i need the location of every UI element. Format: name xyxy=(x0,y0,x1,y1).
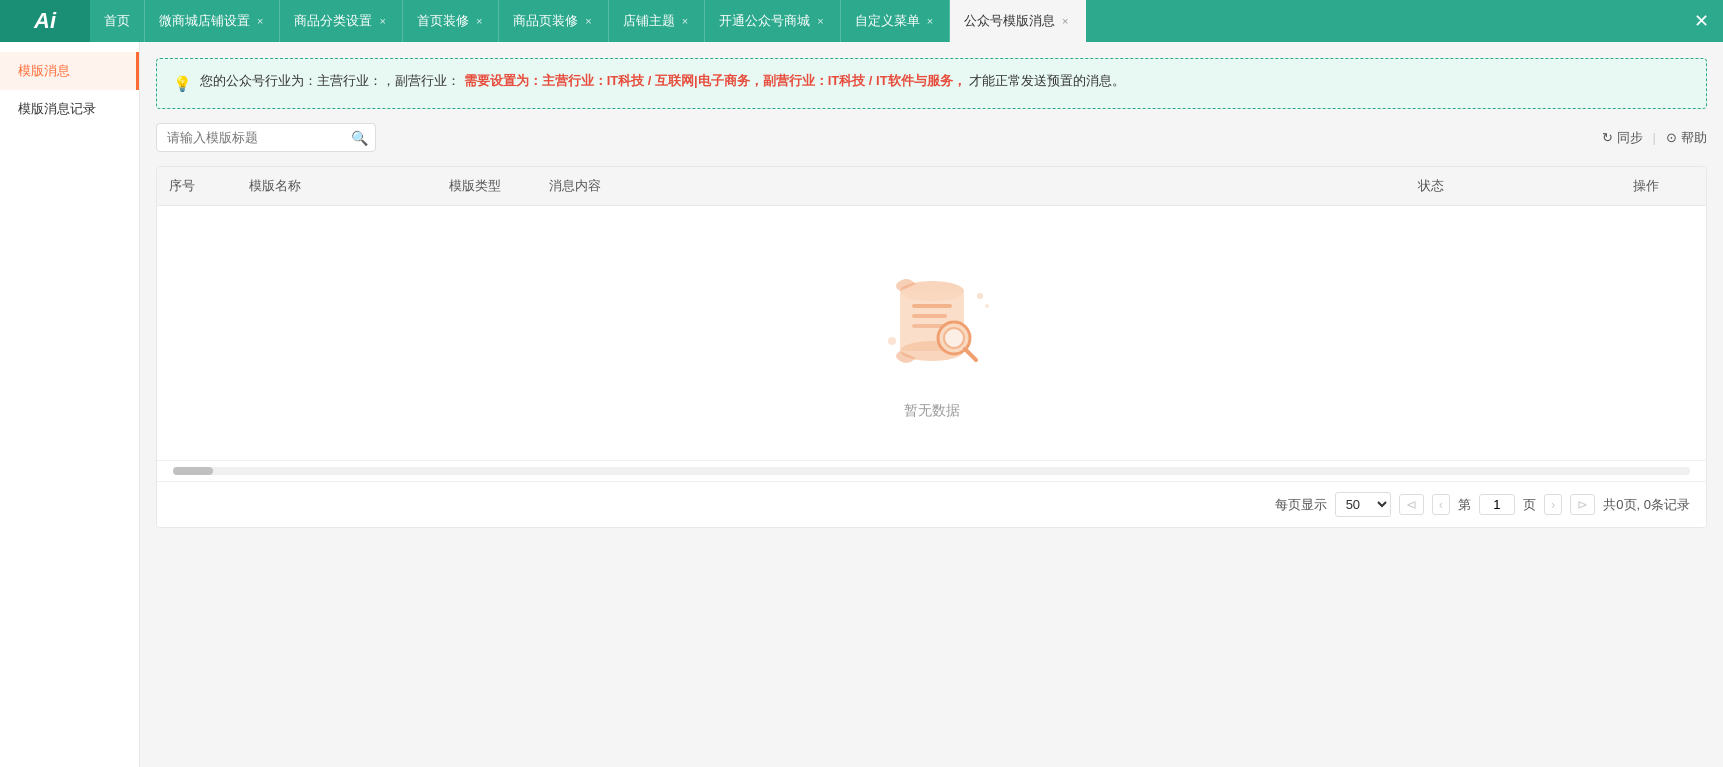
pagination: 每页显示 102050100 ⊲ ‹ 第 页 › ⊳ 共0页, 0条记录 xyxy=(157,481,1706,527)
notice-text: 您的公众号行业为：主营行业：，副营行业： 需要设置为：主营行业：IT科技 / 互… xyxy=(200,71,1125,92)
scrollbar-thumb[interactable] xyxy=(173,467,213,475)
sync-button[interactable]: ↻ 同步 xyxy=(1602,129,1643,147)
tab-product-decoration[interactable]: 商品页装修× xyxy=(499,0,608,42)
empty-state: 暂无数据 xyxy=(157,206,1706,460)
empty-illustration xyxy=(872,266,992,386)
total-info: 共0页, 0条记录 xyxy=(1603,496,1690,514)
last-page-button[interactable]: ⊳ xyxy=(1570,494,1595,515)
tab-close-shop-theme[interactable]: × xyxy=(680,14,690,28)
main-layout: 模版消息模版消息记录 💡 您的公众号行业为：主营行业：，副营行业： 需要设置为：… xyxy=(0,42,1723,767)
first-page-button[interactable]: ⊲ xyxy=(1399,494,1424,515)
th-content: 消息内容 xyxy=(537,167,1406,205)
svg-rect-3 xyxy=(912,304,952,308)
help-button[interactable]: ⊙ 帮助 xyxy=(1666,129,1707,147)
svg-line-8 xyxy=(965,349,976,360)
page-prefix: 第 xyxy=(1458,496,1471,514)
sync-icon: ↻ xyxy=(1602,130,1613,145)
tab-close-template-msg[interactable]: × xyxy=(1060,14,1070,28)
horizontal-scrollbar[interactable] xyxy=(173,467,1690,475)
tab-open-mall[interactable]: 开通公众号商城× xyxy=(705,0,840,42)
divider: | xyxy=(1653,130,1656,145)
notice-box: 💡 您的公众号行业为：主营行业：，副营行业： 需要设置为：主营行业：IT科技 /… xyxy=(156,58,1707,109)
svg-point-7 xyxy=(944,328,964,348)
svg-point-9 xyxy=(977,293,983,299)
bulb-icon: 💡 xyxy=(173,72,192,96)
tab-custom-menu[interactable]: 自定义菜单× xyxy=(841,0,950,42)
tab-close-custom-menu[interactable]: × xyxy=(925,14,935,28)
tab-category-settings[interactable]: 商品分类设置× xyxy=(280,0,402,42)
svg-rect-4 xyxy=(912,314,947,318)
tab-close-category-settings[interactable]: × xyxy=(377,14,387,28)
help-icon: ⊙ xyxy=(1666,130,1677,145)
scroll-bar-area xyxy=(157,460,1706,481)
close-all-button[interactable]: ✕ xyxy=(1680,0,1723,42)
tab-close-home-decoration[interactable]: × xyxy=(474,14,484,28)
sidebar: 模版消息模版消息记录 xyxy=(0,42,140,767)
empty-text: 暂无数据 xyxy=(904,402,960,420)
tab-template-msg[interactable]: 公众号模版消息× xyxy=(950,0,1085,42)
tab-close-product-decoration[interactable]: × xyxy=(583,14,593,28)
table-header: 序号 模版名称 模版类型 消息内容 状态 操作 xyxy=(157,167,1706,206)
prev-page-button[interactable]: ‹ xyxy=(1432,494,1450,515)
th-action: 操作 xyxy=(1586,167,1706,205)
th-seq: 序号 xyxy=(157,167,237,205)
next-page-button[interactable]: › xyxy=(1544,494,1562,515)
content-area: 💡 您的公众号行业为：主营行业：，副营行业： 需要设置为：主营行业：IT科技 /… xyxy=(140,42,1723,767)
page-size-label: 每页显示 xyxy=(1275,496,1327,514)
svg-point-11 xyxy=(888,337,896,345)
tab-bar: 首页微商城店铺设置×商品分类设置×首页装修×商品页装修×店铺主题×开通公众号商城… xyxy=(90,0,1680,42)
logo: Ai xyxy=(0,0,90,42)
sidebar-item-template-msg[interactable]: 模版消息 xyxy=(0,52,139,90)
tab-home-decoration[interactable]: 首页装修× xyxy=(403,0,499,42)
sidebar-item-template-msg-log[interactable]: 模版消息记录 xyxy=(0,90,139,128)
search-input-wrap: 🔍 xyxy=(156,123,376,152)
search-icon[interactable]: 🔍 xyxy=(351,130,368,146)
th-name: 模版名称 xyxy=(237,167,437,205)
search-bar: 🔍 ↻ 同步 | ⊙ 帮助 xyxy=(156,123,1707,152)
page-size-select[interactable]: 102050100 xyxy=(1335,492,1391,517)
tab-close-open-mall[interactable]: × xyxy=(815,14,825,28)
search-actions: ↻ 同步 | ⊙ 帮助 xyxy=(1602,129,1707,147)
page-number-input[interactable] xyxy=(1479,494,1515,515)
tab-shop-settings[interactable]: 微商城店铺设置× xyxy=(145,0,280,42)
page-label: 页 xyxy=(1523,496,1536,514)
th-type: 模版类型 xyxy=(437,167,537,205)
tab-home[interactable]: 首页 xyxy=(90,0,145,42)
search-input[interactable] xyxy=(156,123,376,152)
th-status: 状态 xyxy=(1406,167,1586,205)
tab-shop-theme[interactable]: 店铺主题× xyxy=(609,0,705,42)
top-nav: Ai 首页微商城店铺设置×商品分类设置×首页装修×商品页装修×店铺主题×开通公众… xyxy=(0,0,1723,42)
data-table: 序号 模版名称 模版类型 消息内容 状态 操作 xyxy=(156,166,1707,528)
svg-point-10 xyxy=(985,304,989,308)
tab-close-shop-settings[interactable]: × xyxy=(255,14,265,28)
